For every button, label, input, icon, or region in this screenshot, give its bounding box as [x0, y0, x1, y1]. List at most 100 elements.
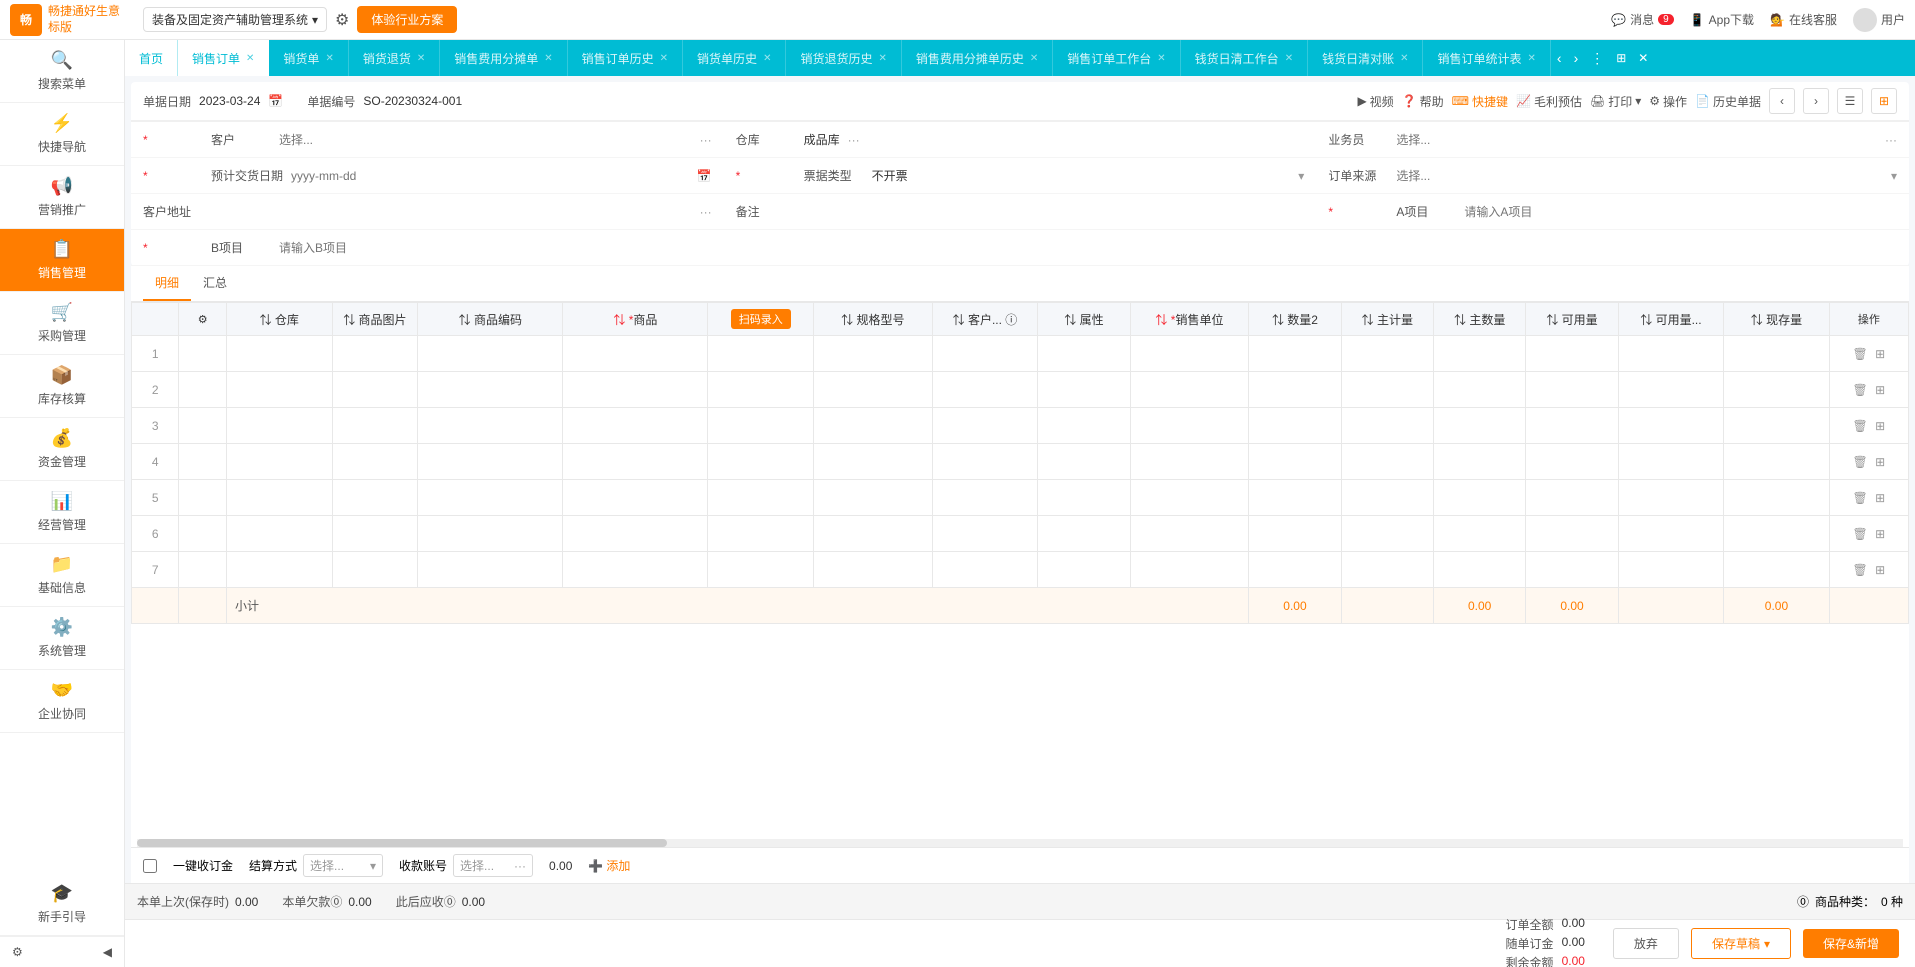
sidebar-item-business[interactable]: 📊 经营管理 [0, 481, 124, 544]
col-product-code[interactable]: ⇅ 商品编码 [418, 303, 563, 336]
col-attr[interactable]: ⇅ 属性 [1038, 303, 1130, 336]
close-tab-icon[interactable]: ✕ [1157, 53, 1165, 64]
discard-button[interactable]: 放弃 [1613, 928, 1679, 959]
tab-sales-order-work[interactable]: 销售订单工作台 ✕ [1053, 40, 1180, 76]
customer-addr-input[interactable] [211, 205, 692, 219]
messages-button[interactable]: 💬 消息 9 [1611, 11, 1674, 28]
close-tab-icon[interactable]: ✕ [544, 53, 552, 64]
industry-plan-button[interactable]: 体验行业方案 [357, 6, 457, 33]
col-product[interactable]: ⇅ *商品 [563, 303, 708, 336]
close-tab-icon[interactable]: ✕ [1030, 53, 1038, 64]
close-tab-icon[interactable]: ✕ [1285, 53, 1293, 64]
customer-more-icon[interactable]: ··· [700, 133, 712, 147]
save-draft-button[interactable]: 保存草稿 ▾ [1691, 928, 1791, 959]
shortcut-button[interactable]: ⌨ 快捷键 [1452, 93, 1508, 110]
warehouse-more-icon[interactable]: ··· [848, 133, 860, 147]
col-main-qty[interactable]: ⇅ 主数量 [1433, 303, 1525, 336]
sidebar-item-quick-nav[interactable]: ⚡ 快捷导航 [0, 103, 124, 166]
sidebar-item-base[interactable]: 📁 基础信息 [0, 544, 124, 607]
settings-icon[interactable]: ⚙ [335, 10, 349, 30]
help-button[interactable]: ❓ 帮助 [1402, 93, 1444, 110]
close-tab-icon[interactable]: ✕ [1400, 53, 1408, 64]
sidebar-item-search[interactable]: 🔍 搜索菜单 [0, 40, 124, 103]
col-qty2[interactable]: ⇅ 数量2 [1249, 303, 1341, 336]
tab-home[interactable]: 首页 [125, 40, 178, 76]
tab-daily-work[interactable]: 钱货日清工作台 ✕ [1181, 40, 1308, 76]
operations-button[interactable]: ⚙ 操作 [1649, 93, 1687, 110]
row-delete-icon[interactable]: 🗑 [1853, 419, 1868, 433]
staff-input[interactable] [1396, 133, 1877, 147]
col-customer-ref[interactable]: ⇅ 客户... ⓘ [932, 303, 1038, 336]
col-product-img[interactable]: ⇅ 商品图片 [332, 303, 418, 336]
col-available2[interactable]: ⇅ 可用量... [1618, 303, 1724, 336]
order-source-arrow-icon[interactable]: ▾ [1891, 169, 1897, 183]
settings-bottom-icon[interactable]: ⚙ [12, 945, 23, 959]
bank-account-select[interactable]: 选择... ··· [453, 854, 533, 877]
sidebar-item-sales[interactable]: 📋 销售管理 [0, 229, 124, 292]
app-download-button[interactable]: 📱 App下载 [1690, 11, 1754, 28]
one-click-deposit-checkbox[interactable] [143, 859, 157, 873]
col-current-stock[interactable]: ⇅ 现存量 [1724, 303, 1830, 336]
row-delete-icon[interactable]: 🗑 [1853, 455, 1868, 469]
tab-sales-stat[interactable]: 销售订单统计表 ✕ [1423, 40, 1550, 76]
delivery-date-input[interactable] [291, 169, 689, 183]
b-project-input[interactable] [279, 241, 712, 255]
table-wrapper[interactable]: ⚙ ⇅ 仓库 ⇅ 商品图片 ⇅ 商品编码 [131, 302, 1909, 839]
col-spec-model[interactable]: ⇅ 规格型号 [813, 303, 932, 336]
scan-button[interactable]: 扫码录入 [731, 309, 791, 329]
tab-daily-reconcile[interactable]: 钱货日清对账 ✕ [1308, 40, 1423, 76]
bank-account-more[interactable]: ··· [514, 859, 526, 873]
row-copy-icon[interactable]: ⊞ [1875, 527, 1885, 541]
tab-sales-refund[interactable]: 销货退货 ✕ [349, 40, 440, 76]
sidebar-item-inventory[interactable]: 📦 库存核算 [0, 355, 124, 418]
tab-sales-order-history[interactable]: 销售订单历史 ✕ [568, 40, 683, 76]
system-selector[interactable]: 装备及固定资产辅助管理系统 ▾ [143, 7, 327, 32]
grid-view-icon[interactable]: ⊞ [1871, 88, 1897, 114]
next-record-icon[interactable]: › [1803, 88, 1829, 114]
tab-sales-refund-history[interactable]: 销货退货历史 ✕ [786, 40, 901, 76]
close-tab-icon[interactable]: ✕ [325, 53, 333, 64]
tab-sales-return-history[interactable]: 销货单历史 ✕ [683, 40, 786, 76]
row-copy-icon[interactable]: ⊞ [1875, 419, 1885, 433]
remark-input[interactable] [804, 205, 1305, 219]
calendar-icon[interactable]: 📅 [268, 94, 283, 108]
row-delete-icon[interactable]: 🗑 [1853, 563, 1868, 577]
payment-method-select[interactable]: 选择... ▾ [303, 854, 383, 877]
tab-sales-return[interactable]: 销货单 ✕ [269, 40, 348, 76]
order-source-input[interactable] [1396, 169, 1883, 183]
tabs-more-icon[interactable]: ⋮ [1584, 50, 1610, 67]
sidebar-item-purchase[interactable]: 🛒 采购管理 [0, 292, 124, 355]
tab-sales-fee[interactable]: 销售费用分摊单 ✕ [440, 40, 567, 76]
tabs-grid-icon[interactable]: ⊞ [1610, 51, 1632, 65]
tab-detail[interactable]: 明细 [143, 266, 191, 301]
close-tab-icon[interactable]: ✕ [1528, 53, 1536, 64]
col-sales-unit[interactable]: ⇅ *销售单位 [1130, 303, 1249, 336]
print-button[interactable]: 🖨 打印 ▾ [1590, 93, 1641, 110]
draft-arrow-icon[interactable]: ▾ [1764, 937, 1770, 951]
sidebar-item-enterprise[interactable]: 🤝 企业协同 [0, 670, 124, 733]
customer-input[interactable] [279, 133, 692, 147]
close-tab-icon[interactable]: ✕ [763, 53, 771, 64]
tab-sales-order[interactable]: 销售订单 ✕ [178, 40, 269, 76]
close-tab-icon[interactable]: ✕ [417, 53, 425, 64]
sidebar-item-marketing[interactable]: 📢 营销推广 [0, 166, 124, 229]
add-payment-button[interactable]: ➕ 添加 [588, 857, 630, 874]
video-button[interactable]: ▶ 视频 [1357, 93, 1393, 110]
col-warehouse[interactable]: ⇅ 仓库 [226, 303, 332, 336]
calendar2-icon[interactable]: 📅 [697, 169, 712, 183]
sidebar-item-system[interactable]: ⚙️ 系统管理 [0, 607, 124, 670]
tab-summary[interactable]: 汇总 [191, 266, 239, 301]
row-copy-icon[interactable]: ⊞ [1875, 491, 1885, 505]
product-count-icon[interactable]: ⓪ [1797, 893, 1809, 910]
row-copy-icon[interactable]: ⊞ [1875, 383, 1885, 397]
staff-more-icon[interactable]: ··· [1885, 133, 1897, 147]
tabs-close-all-icon[interactable]: ✕ [1632, 51, 1654, 65]
sidebar-item-finance[interactable]: 💰 资金管理 [0, 418, 124, 481]
col-settings-icon[interactable]: ⚙ [179, 303, 226, 336]
close-tab-icon[interactable]: ✕ [246, 53, 254, 64]
tabs-next-icon[interactable]: › [1568, 50, 1585, 66]
close-tab-icon[interactable]: ✕ [660, 53, 668, 64]
profit-button[interactable]: 📈 毛利预估 [1516, 93, 1582, 110]
close-tab-icon[interactable]: ✕ [878, 53, 886, 64]
online-service-button[interactable]: 💁 在线客服 [1770, 11, 1837, 28]
